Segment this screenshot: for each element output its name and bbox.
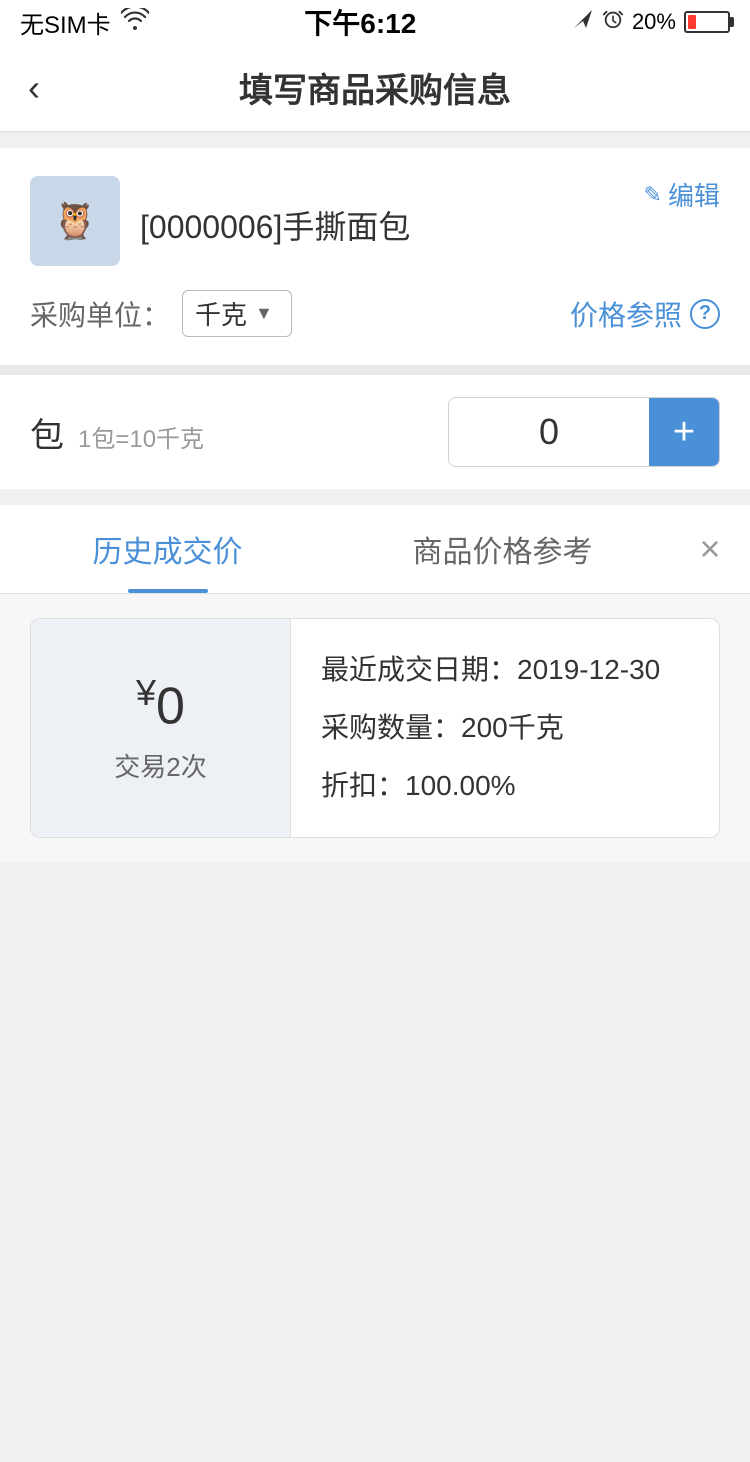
unit-value: 千克 bbox=[195, 295, 247, 332]
price-value: 0 bbox=[156, 678, 185, 736]
quantity-label: 包 1包=10千克 bbox=[30, 408, 204, 457]
history-card-left: ¥0 交易2次 bbox=[31, 619, 291, 837]
price-ref-label: 价格参照 bbox=[570, 294, 682, 334]
history-price: ¥0 bbox=[136, 672, 185, 736]
unit-select-dropdown[interactable]: 千克 ▼ bbox=[182, 290, 292, 337]
tabs-content: ¥0 交易2次 最近成交日期：2019-12-30 采购数量：200千克 折扣：… bbox=[0, 594, 750, 862]
status-time: 下午6:12 bbox=[304, 2, 416, 42]
alarm-icon bbox=[602, 8, 624, 36]
history-card-right: 最近成交日期：2019-12-30 采购数量：200千克 折扣：100.00% bbox=[291, 619, 719, 837]
recent-date-row: 最近成交日期：2019-12-30 bbox=[321, 649, 689, 691]
history-card: ¥0 交易2次 最近成交日期：2019-12-30 采购数量：200千克 折扣：… bbox=[30, 618, 720, 838]
history-transactions: 交易2次 bbox=[114, 747, 206, 784]
status-bar: 无SIM卡 下午6:12 20% bbox=[0, 0, 750, 44]
purchase-qty-label: 采购数量： bbox=[321, 712, 461, 743]
tab-active-indicator bbox=[128, 589, 208, 593]
help-icon: ? bbox=[690, 299, 720, 329]
edit-button[interactable]: ✎ 编辑 bbox=[644, 176, 720, 213]
quantity-input[interactable] bbox=[449, 398, 649, 466]
product-name: [0000006]手撕面包 bbox=[140, 194, 410, 248]
purchase-quantity-row: 采购数量：200千克 bbox=[321, 707, 689, 749]
tab-history-price[interactable]: 历史成交价 bbox=[0, 505, 335, 593]
quantity-unit-text: 包 bbox=[30, 408, 64, 457]
tab-close-button[interactable]: × bbox=[670, 505, 750, 593]
discount-row: 折扣：100.00% bbox=[321, 765, 689, 807]
battery-fill bbox=[688, 15, 696, 29]
quantity-plus-button[interactable]: + bbox=[649, 398, 719, 466]
discount-label: 折扣： bbox=[321, 770, 405, 801]
recent-date-label: 最近成交日期： bbox=[321, 654, 517, 685]
recent-date-value: 2019-12-30 bbox=[517, 654, 660, 685]
product-owl-icon: 🦉 bbox=[53, 200, 98, 242]
page-title: 填写商品采购信息 bbox=[239, 63, 511, 112]
main-body bbox=[0, 862, 750, 1462]
quantity-conversion-text: 1包=10千克 bbox=[78, 419, 204, 454]
tabs-section: 历史成交价 商品价格参考 × ¥0 交易2次 最近成交日期：2019-12-30 bbox=[0, 505, 750, 862]
status-right: 20% bbox=[572, 8, 730, 36]
product-card: 🦉 [0000006]手撕面包 ✎ 编辑 采购单位： 千克 ▼ 价格参照 ? bbox=[0, 148, 750, 365]
close-icon: × bbox=[699, 528, 720, 570]
edit-label: 编辑 bbox=[668, 176, 720, 213]
product-unit-row: 采购单位： 千克 ▼ 价格参照 ? bbox=[30, 290, 720, 337]
tab-price-ref-label: 商品价格参考 bbox=[413, 527, 593, 571]
battery-icon bbox=[684, 11, 730, 33]
tabs-header: 历史成交价 商品价格参考 × bbox=[0, 505, 750, 594]
section-divider bbox=[0, 365, 750, 375]
carrier-text: 无SIM卡 bbox=[20, 5, 111, 40]
dropdown-arrow-icon: ▼ bbox=[255, 303, 273, 324]
price-symbol: ¥ bbox=[136, 672, 156, 713]
product-header-left: 🦉 [0000006]手撕面包 bbox=[30, 176, 410, 266]
status-left: 无SIM卡 bbox=[20, 5, 149, 40]
wifi-icon bbox=[121, 8, 149, 37]
back-button[interactable]: ‹ bbox=[28, 70, 40, 106]
discount-value: 100.00% bbox=[405, 770, 516, 801]
nav-bar: ‹ 填写商品采购信息 bbox=[0, 44, 750, 132]
unit-label-text: 采购单位： bbox=[30, 294, 170, 334]
tab-history-label: 历史成交价 bbox=[93, 527, 243, 571]
tab-product-price-ref[interactable]: 商品价格参考 bbox=[335, 505, 670, 593]
price-ref-link[interactable]: 价格参照 ? bbox=[570, 294, 720, 334]
gps-icon bbox=[572, 8, 594, 36]
quantity-input-group: + bbox=[448, 397, 720, 467]
product-header: 🦉 [0000006]手撕面包 ✎ 编辑 bbox=[30, 176, 720, 266]
battery-percent: 20% bbox=[632, 9, 676, 35]
product-thumbnail: 🦉 bbox=[30, 176, 120, 266]
unit-label: 采购单位： 千克 ▼ bbox=[30, 290, 292, 337]
quantity-row: 包 1包=10千克 + bbox=[0, 375, 750, 489]
edit-icon: ✎ bbox=[644, 182, 662, 208]
purchase-qty-value: 200千克 bbox=[461, 712, 564, 743]
